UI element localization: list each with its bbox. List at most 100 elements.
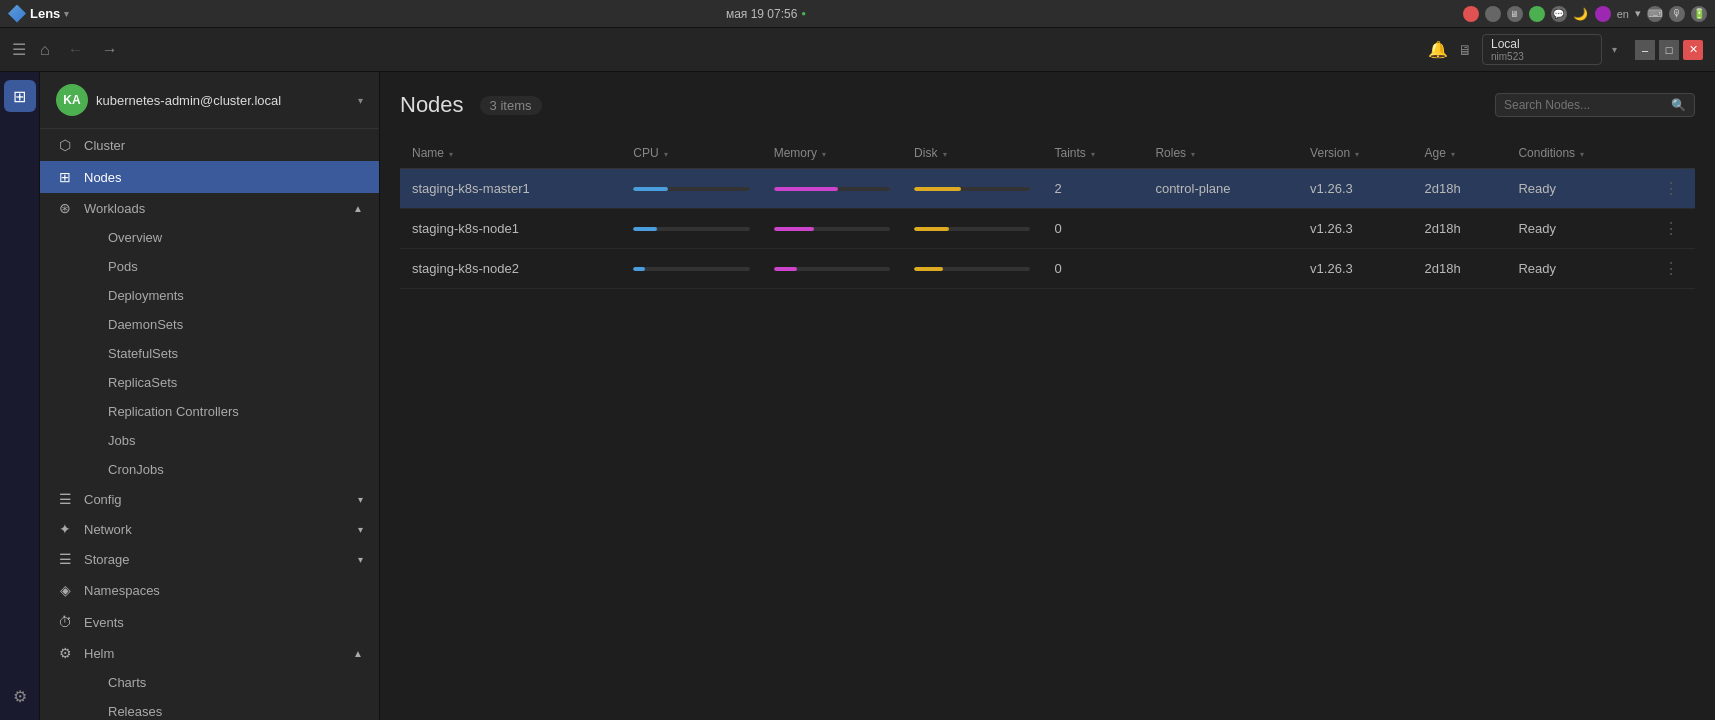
- sidebar-item-daemonsets-label: DaemonSets: [108, 317, 183, 332]
- minimize-button[interactable]: –: [1635, 40, 1655, 60]
- storage-icon: ☰: [56, 551, 74, 567]
- sys-icon-5: 💬: [1551, 6, 1567, 22]
- back-icon[interactable]: ←: [64, 37, 88, 63]
- sys-icon-3: 🖥: [1507, 6, 1523, 22]
- sidebar-item-events[interactable]: ⏱ Events: [40, 606, 379, 638]
- cluster-icon: ⬡: [56, 136, 74, 154]
- helm-submenu: Charts Releases: [40, 668, 379, 720]
- cell-age-1: 2d18h: [1413, 209, 1507, 249]
- cluster-dropdown-arrow[interactable]: ▾: [1612, 44, 1617, 55]
- sidebar-group-workloads-label: Workloads: [84, 201, 145, 216]
- search-box[interactable]: 🔍: [1495, 93, 1695, 117]
- cell-memory-2: [762, 249, 902, 289]
- sort-arrow-age: ▾: [1451, 150, 1455, 159]
- sidebar-group-config-label: Config: [84, 492, 122, 507]
- network-icon: ✦: [56, 521, 74, 537]
- network-collapse-arrow: ▾: [358, 524, 363, 535]
- sys-icon-10: 🔋: [1691, 6, 1707, 22]
- col-memory[interactable]: Memory ▾: [762, 138, 902, 169]
- col-disk[interactable]: Disk ▾: [902, 138, 1042, 169]
- row-menu-icon-0[interactable]: ⋮: [1659, 180, 1683, 197]
- table-row[interactable]: staging-k8s-master1 2 control-plane v1.2…: [400, 169, 1695, 209]
- sys-icon-6: 🌙: [1573, 6, 1589, 22]
- col-name[interactable]: Name ▾: [400, 138, 621, 169]
- row-menu-icon-1[interactable]: ⋮: [1659, 220, 1683, 237]
- app-bar: ☰ ⌂ ← → 🔔 🖥 Local nim523 ▾ – □ ✕: [0, 28, 1715, 72]
- sidebar-group-storage[interactable]: ☰ Storage ▾: [40, 544, 379, 574]
- main-layout: ⊞ ⚙ KA kubernetes-admin@cluster.local ▾ …: [0, 72, 1715, 720]
- sys-icon-4: [1529, 6, 1545, 22]
- sys-icon-1: [1463, 6, 1479, 22]
- cell-age-2: 2d18h: [1413, 249, 1507, 289]
- cluster-user-selector[interactable]: KA kubernetes-admin@cluster.local ▾: [40, 72, 379, 129]
- cell-menu-0[interactable]: ⋮: [1647, 169, 1695, 209]
- lens-diamond-icon: [8, 5, 26, 23]
- table-row[interactable]: staging-k8s-node1 0 v1.26.3 2d18h Ready …: [400, 209, 1695, 249]
- cell-menu-1[interactable]: ⋮: [1647, 209, 1695, 249]
- col-version[interactable]: Version ▾: [1298, 138, 1412, 169]
- home-icon[interactable]: ⌂: [36, 37, 54, 63]
- system-bar-center: мая 19 07:56 ●: [726, 7, 806, 21]
- system-bar: Lens ▾ мая 19 07:56 ● 🖥 💬 🌙 en ▾ ⌨ 🎙 🔋: [0, 0, 1715, 28]
- icon-bar-clusters[interactable]: ⊞: [4, 80, 36, 112]
- sidebar-item-releases[interactable]: Releases: [84, 697, 379, 720]
- cell-version-0: v1.26.3: [1298, 169, 1412, 209]
- sidebar-item-nodes[interactable]: ⊞ Nodes: [40, 161, 379, 193]
- sidebar-group-helm[interactable]: ⚙ Helm ▲: [40, 638, 379, 668]
- sidebar-item-jobs[interactable]: Jobs: [84, 426, 379, 455]
- sidebar-item-namespaces[interactable]: ◈ Namespaces: [40, 574, 379, 606]
- table-header-row: Name ▾ CPU ▾ Memory ▾ Disk ▾ Taints ▾ Ro…: [400, 138, 1695, 169]
- datetime-label: мая 19 07:56: [726, 7, 797, 21]
- search-icon: 🔍: [1671, 98, 1686, 112]
- col-roles[interactable]: Roles ▾: [1143, 138, 1298, 169]
- col-cpu[interactable]: CPU ▾: [621, 138, 761, 169]
- forward-icon[interactable]: →: [98, 37, 122, 63]
- cell-disk-2: [902, 249, 1042, 289]
- cell-memory-0: [762, 169, 902, 209]
- sidebar-group-network[interactable]: ✦ Network ▾: [40, 514, 379, 544]
- cell-cpu-0: [621, 169, 761, 209]
- col-age[interactable]: Age ▾: [1413, 138, 1507, 169]
- row-menu-icon-2[interactable]: ⋮: [1659, 260, 1683, 277]
- cluster-user-name: kubernetes-admin@cluster.local: [96, 93, 350, 108]
- sidebar-item-overview[interactable]: Overview: [84, 223, 379, 252]
- sort-arrow-version: ▾: [1355, 150, 1359, 159]
- lens-logo: Lens ▾: [8, 5, 69, 23]
- search-input[interactable]: [1504, 98, 1665, 112]
- sidebar-item-replicasets[interactable]: ReplicaSets: [84, 368, 379, 397]
- sidebar-item-daemonsets[interactable]: DaemonSets: [84, 310, 379, 339]
- cluster-selector-header[interactable]: Local nim523: [1482, 34, 1602, 65]
- sidebar-item-deployments[interactable]: Deployments: [84, 281, 379, 310]
- sidebar-item-charts[interactable]: Charts: [84, 668, 379, 697]
- hamburger-icon[interactable]: ☰: [12, 40, 26, 59]
- settings-icon[interactable]: ⚙: [4, 680, 36, 712]
- sidebar-item-pods[interactable]: Pods: [84, 252, 379, 281]
- sidebar-item-statefulsets[interactable]: StatefulSets: [84, 339, 379, 368]
- sidebar-item-jobs-label: Jobs: [108, 433, 135, 448]
- sidebar-item-replication-controllers[interactable]: Replication Controllers: [84, 397, 379, 426]
- main-content: Nodes 3 items 🔍 Name ▾ CPU ▾ Memory ▾ Di…: [380, 72, 1715, 720]
- notification-bell-icon[interactable]: 🔔: [1428, 40, 1448, 59]
- sys-icon-2: [1485, 6, 1501, 22]
- sort-arrow-name: ▾: [449, 150, 453, 159]
- sidebar-item-cronjobs[interactable]: CronJobs: [84, 455, 379, 484]
- sidebar-group-config[interactable]: ☰ Config ▾: [40, 484, 379, 514]
- avatar: KA: [56, 84, 88, 116]
- sort-arrow-disk: ▾: [943, 150, 947, 159]
- cell-condition-1: Ready: [1506, 209, 1647, 249]
- cell-roles-1: [1143, 209, 1298, 249]
- sidebar-group-workloads[interactable]: ⊛ Workloads ▲: [40, 193, 379, 223]
- sidebar-item-cluster[interactable]: ⬡ Cluster: [40, 129, 379, 161]
- cell-menu-2[interactable]: ⋮: [1647, 249, 1695, 289]
- col-taints[interactable]: Taints ▾: [1042, 138, 1143, 169]
- lang-label: en: [1617, 8, 1629, 20]
- cell-cpu-1: [621, 209, 761, 249]
- workloads-collapse-arrow: ▲: [353, 203, 363, 214]
- cell-taints-0: 2: [1042, 169, 1143, 209]
- maximize-button[interactable]: □: [1659, 40, 1679, 60]
- col-conditions[interactable]: Conditions ▾: [1506, 138, 1647, 169]
- close-button[interactable]: ✕: [1683, 40, 1703, 60]
- helm-collapse-arrow: ▲: [353, 648, 363, 659]
- table-row[interactable]: staging-k8s-node2 0 v1.26.3 2d18h Ready …: [400, 249, 1695, 289]
- namespaces-icon: ◈: [56, 581, 74, 599]
